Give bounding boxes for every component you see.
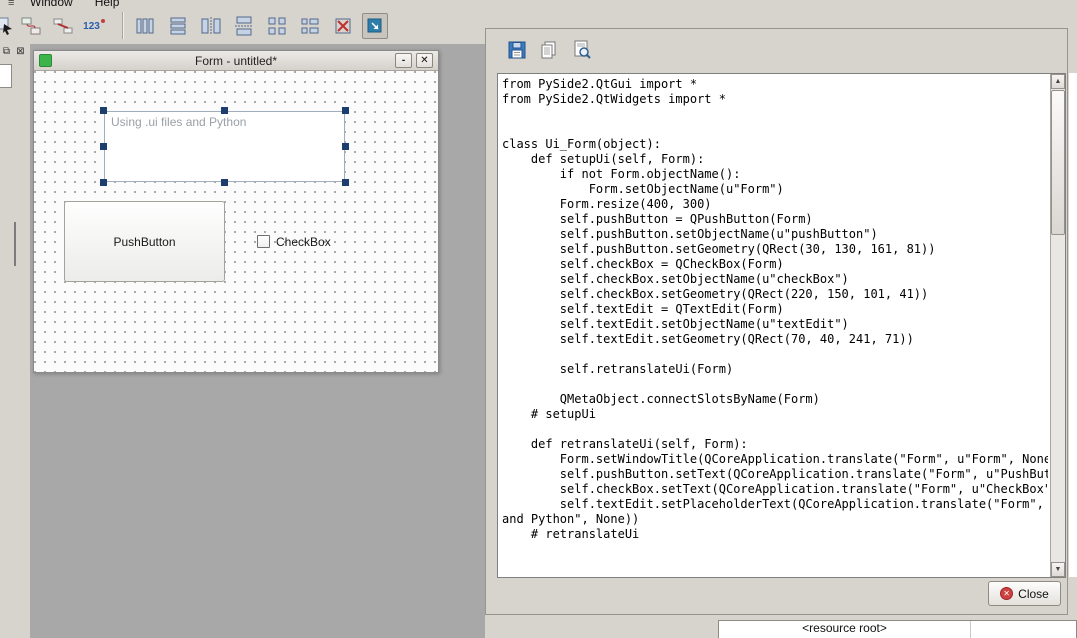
textedit-widget[interactable]: Using .ui files and Python (104, 111, 345, 182)
lay-out-in-grid-icon[interactable] (264, 13, 290, 39)
find-glyph (571, 39, 593, 61)
dock-float-icon[interactable]: ⧉ (0, 45, 13, 58)
selection-handle-middle-right[interactable] (342, 143, 349, 150)
selection-handle-top-right[interactable] (342, 107, 349, 114)
checkbox-widget[interactable]: CheckBox (254, 221, 355, 262)
generated-python-code[interactable]: from PySide2.QtGui import * from PySide2… (502, 77, 1048, 575)
save-glyph (506, 39, 528, 61)
code-view[interactable]: from PySide2.QtGui import * from PySide2… (497, 73, 1066, 578)
menu-help[interactable]: Help (95, 0, 120, 9)
left-dock-fragment: ⧉ ⊠ (0, 44, 30, 638)
lay-out-horizontally-in-splitter-icon[interactable] (198, 13, 224, 39)
form-window: Form - untitled* - ✕ Using .ui files and… (33, 50, 439, 373)
menubar: Window Help (30, 0, 119, 9)
textedit-placeholder[interactable]: Using .ui files and Python (104, 111, 345, 182)
copy-glyph (538, 39, 560, 61)
lay-out-horizontally-glyph (134, 15, 156, 37)
tab-order-glyph (100, 15, 107, 37)
edit-signals-slots-icon[interactable] (18, 13, 44, 39)
close-button[interactable]: ✕ Close (988, 581, 1061, 606)
scroll-down-icon[interactable]: ▼ (1051, 562, 1065, 577)
adjust-size-icon[interactable] (362, 13, 388, 39)
resource-root-item[interactable]: <resource root> (719, 621, 971, 638)
resource-browser-fragment: <resource root> (718, 620, 1077, 638)
edit-buddies-glyph (52, 15, 74, 37)
lay-out-v-splitter-glyph (233, 15, 255, 37)
selection-handle-middle-left[interactable] (100, 143, 107, 150)
dock-close-icon[interactable]: ⊠ (14, 45, 27, 58)
find-icon[interactable] (570, 38, 594, 62)
right-edge-white-fragment (1069, 73, 1077, 577)
edit-tab-order-icon[interactable]: 123 (82, 13, 108, 39)
minimize-button[interactable]: - (395, 53, 412, 68)
lay-out-grid-glyph (266, 15, 288, 37)
form-window-title: Form - untitled* (34, 54, 438, 68)
close-button-icon: ✕ (1000, 587, 1013, 600)
menu-overflow-icon[interactable]: ≡ (8, 0, 14, 9)
checkbox-label: CheckBox (276, 235, 331, 249)
lay-out-vertically-glyph (167, 15, 189, 37)
edit-signals-slots-glyph (20, 15, 42, 37)
edit-buddies-icon[interactable] (50, 13, 76, 39)
dock-filter-field-fragment[interactable] (0, 64, 12, 88)
edit-widgets-glyph (0, 15, 16, 37)
copy-icon[interactable] (537, 38, 561, 62)
lay-out-vertically-icon[interactable] (165, 13, 191, 39)
form-canvas[interactable]: Using .ui files and Python PushButton Ch… (34, 71, 438, 372)
scroll-up-icon[interactable]: ▲ (1051, 74, 1065, 89)
toolbar-separator (122, 12, 124, 39)
selection-handle-bottom-left[interactable] (100, 179, 107, 186)
lay-out-vertically-in-splitter-icon[interactable] (231, 13, 257, 39)
selection-handle-top-left[interactable] (100, 107, 107, 114)
close-button-label: Close (1018, 587, 1049, 601)
lay-out-form-glyph (299, 15, 321, 37)
qt-designer-screen: ≡ Window Help 123 (0, 0, 1077, 638)
view-code-dialog: from PySide2.QtGui import * from PySide2… (485, 28, 1068, 615)
close-window-button[interactable]: ✕ (416, 53, 433, 68)
menu-window[interactable]: Window (30, 0, 73, 9)
selection-handle-bottom-middle[interactable] (221, 179, 228, 186)
checkbox-indicator[interactable] (257, 235, 270, 248)
lay-out-in-form-layout-icon[interactable] (297, 13, 323, 39)
save-icon[interactable] (505, 38, 529, 62)
lay-out-horizontally-icon[interactable] (132, 13, 158, 39)
designer-form-icon (39, 54, 52, 67)
lay-out-h-splitter-glyph (200, 15, 222, 37)
break-layout-glyph (332, 15, 354, 37)
edit-widgets-icon[interactable] (0, 13, 18, 39)
pushbutton-widget[interactable]: PushButton (64, 201, 225, 282)
dock-scrollbar-fragment[interactable] (14, 222, 16, 266)
scrollbar-thumb[interactable] (1051, 90, 1065, 235)
selection-handle-bottom-right[interactable] (342, 179, 349, 186)
selection-handle-top-middle[interactable] (221, 107, 228, 114)
code-vertical-scrollbar[interactable]: ▲ ▼ (1050, 74, 1065, 577)
tab-order-digits: 123 (83, 21, 100, 32)
adjust-size-glyph (364, 15, 386, 37)
break-layout-icon[interactable] (330, 13, 356, 39)
form-titlebar[interactable]: Form - untitled* - ✕ (34, 51, 438, 71)
